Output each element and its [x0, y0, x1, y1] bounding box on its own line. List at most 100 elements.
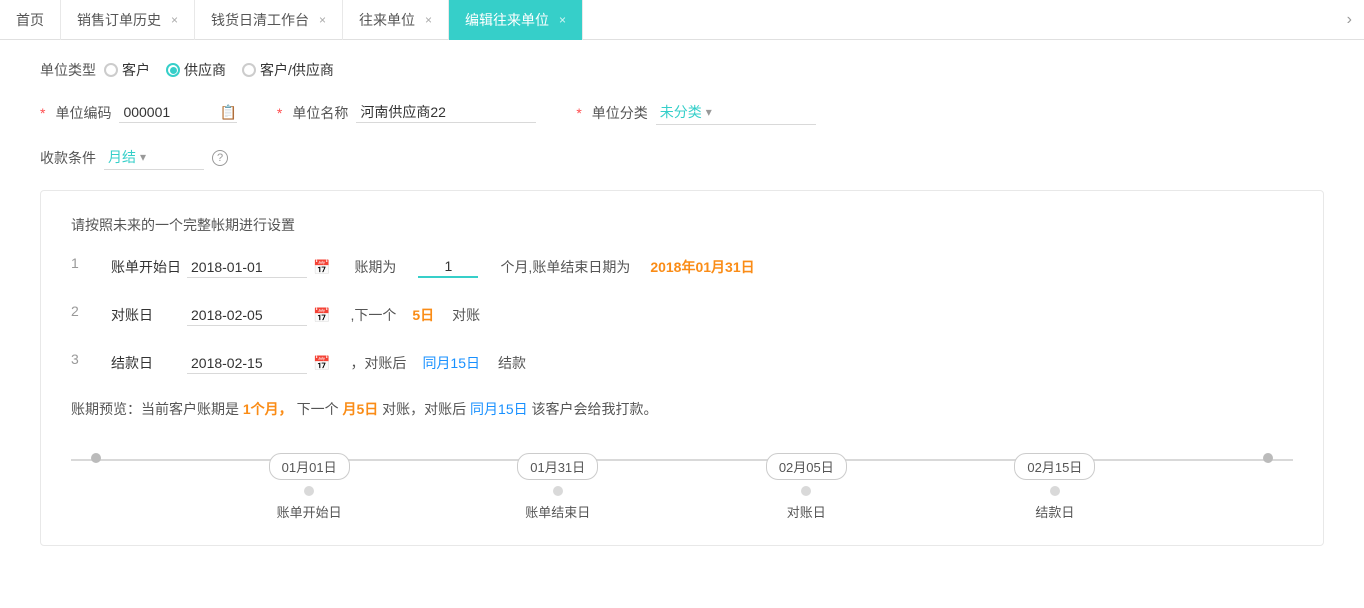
name-input[interactable]: [356, 102, 536, 123]
card-hint: 请按照未来的一个完整帐期进行设置: [71, 215, 1293, 235]
code-input[interactable]: [119, 102, 219, 122]
tl-start-dot: [91, 453, 101, 463]
setting-row-2: 2 对账日 📅 ,下一个 5日 对账: [71, 303, 1293, 327]
highlight-2: 5日: [412, 305, 434, 325]
tl-badge-2: 01月31日: [517, 453, 598, 480]
tab-sales-history-label: 销售订单历史: [77, 10, 161, 30]
desc-suffix-3: 结款: [498, 353, 526, 373]
field-label-1: 账单开始日: [111, 257, 171, 277]
payment-row: 收款条件 月结 ▾ ?: [40, 145, 1324, 170]
timeline-start-endpoint: [91, 453, 101, 463]
radio-both[interactable]: 客户/供应商: [242, 60, 334, 80]
radio-group: 客户 供应商 客户/供应商: [104, 60, 334, 80]
preview-suffix: 该客户会给我打款。: [532, 401, 658, 417]
calendar-icon-code[interactable]: 📋: [219, 104, 236, 121]
calendar-icon-3[interactable]: 📅: [313, 355, 330, 372]
date-input-1[interactable]: [187, 257, 307, 278]
date-wrap-1: 📅: [187, 257, 330, 278]
preview-reconcile: 月5日: [342, 401, 378, 417]
tab-sales-history-close[interactable]: ×: [171, 13, 178, 27]
date-wrap-3: 📅: [187, 353, 330, 374]
timeline-wrapper: 01月01日 账单开始日 01月31日 账单结束日 02月05日 对账日: [71, 439, 1293, 521]
preview-payment: 同月15日: [470, 401, 528, 417]
tab-edit-partner-close[interactable]: ×: [559, 13, 566, 27]
radio-supplier-circle: [166, 63, 180, 77]
tab-sales-history[interactable]: 销售订单历史 ×: [61, 0, 195, 40]
tl-badge-4: 02月15日: [1014, 453, 1095, 480]
desc-suffix-2: 对账: [452, 305, 480, 325]
setting-row-1: 1 账单开始日 📅 账期为 个月,账单结束日期为 2018年01月31日: [71, 255, 1293, 279]
tl-badge-1: 01月01日: [269, 453, 350, 480]
date-input-2[interactable]: [187, 305, 307, 326]
unit-type-label: 单位类型: [40, 60, 96, 80]
preview-reconcile-prefix: 下一个: [297, 401, 339, 417]
timeline-point-2: 01月31日 账单结束日: [517, 453, 598, 521]
tl-dot-3: [801, 486, 811, 496]
preview-period: 1个月，: [243, 401, 293, 417]
tl-dot-4: [1050, 486, 1060, 496]
preview-label: 账期预览：当前客户账期是: [71, 401, 239, 417]
radio-both-label: 客户/供应商: [260, 60, 334, 80]
code-input-wrap: 📋: [119, 102, 236, 123]
category-value: 未分类: [660, 102, 702, 122]
tab-edit-partner-label: 编辑往来单位: [465, 10, 549, 30]
tl-label-4: 结款日: [1035, 502, 1074, 521]
cat-star: *: [576, 105, 581, 121]
settings-card: 请按照未来的一个完整帐期进行设置 1 账单开始日 📅 账期为 个月,账单结束日期…: [40, 190, 1324, 546]
setting-row-3: 3 结款日 📅 ，对账后 同月15日 结款: [71, 351, 1293, 375]
code-label: 单位编码: [55, 103, 111, 123]
tl-badge-3: 02月05日: [766, 453, 847, 480]
tl-label-2: 账单结束日: [525, 502, 590, 521]
radio-customer-circle: [104, 63, 118, 77]
unit-type-row: 单位类型 客户 供应商 客户/供应商: [40, 60, 1324, 80]
tab-partner-units[interactable]: 往来单位 ×: [343, 0, 449, 40]
timeline-point-3: 02月05日 对账日: [766, 453, 847, 521]
tab-cash-workbench[interactable]: 钱货日清工作台 ×: [195, 0, 343, 40]
timeline-end-endpoint: [1263, 453, 1273, 463]
date-input-3[interactable]: [187, 353, 307, 374]
calendar-icon-1[interactable]: 📅: [313, 259, 330, 276]
timeline-point-4: 02月15日 结款日: [1014, 453, 1095, 521]
tabs-arrow-right[interactable]: ›: [1335, 11, 1364, 29]
period-input[interactable]: [418, 256, 478, 278]
code-name-row: * 单位编码 📋 * 单位名称 * 单位分类 未分类 ▾: [40, 100, 1324, 125]
payment-value: 月结: [108, 147, 136, 167]
tl-dot-2: [553, 486, 563, 496]
tab-partner-units-close[interactable]: ×: [425, 13, 432, 27]
field-label-2: 对账日: [111, 305, 171, 325]
radio-supplier[interactable]: 供应商: [166, 60, 226, 80]
tl-end-dot: [1263, 453, 1273, 463]
timeline-points: 01月01日 账单开始日 01月31日 账单结束日 02月05日 对账日: [91, 439, 1273, 521]
tab-edit-partner[interactable]: 编辑往来单位 ×: [449, 0, 583, 40]
highlight-3: 同月15日: [422, 353, 480, 373]
radio-both-circle: [242, 63, 256, 77]
name-label: 单位名称: [292, 103, 348, 123]
preview-reconcile-text: 对账，对账后: [382, 401, 466, 417]
preview-row: 账期预览：当前客户账期是 1个月， 下一个 月5日 对账，对账后 同月15日 该…: [71, 399, 1293, 419]
calendar-icon-2[interactable]: 📅: [313, 307, 330, 324]
payment-select[interactable]: 月结 ▾: [104, 145, 204, 170]
name-star: *: [277, 105, 282, 121]
tab-home-label: 首页: [16, 10, 44, 30]
code-star: *: [40, 105, 45, 121]
tab-partner-units-label: 往来单位: [359, 10, 415, 30]
help-icon[interactable]: ?: [212, 150, 228, 166]
content-area: 单位类型 客户 供应商 客户/供应商 * 单位编码: [0, 40, 1364, 608]
desc-before-1: 账期为: [354, 257, 396, 277]
tl-dot-1: [304, 486, 314, 496]
unit-type-group: 单位类型 客户 供应商 客户/供应商: [40, 60, 334, 80]
desc-after-1: 个月,账单结束日期为: [500, 257, 630, 277]
tab-cash-workbench-label: 钱货日清工作台: [211, 10, 309, 30]
step-3: 3: [71, 351, 95, 375]
timeline-point-1: 01月01日 账单开始日: [269, 453, 350, 521]
step-2: 2: [71, 303, 95, 327]
payment-group: 收款条件 月结 ▾ ?: [40, 145, 228, 170]
date-wrap-2: 📅: [187, 305, 330, 326]
category-select[interactable]: 未分类 ▾: [656, 100, 816, 125]
tab-cash-workbench-close[interactable]: ×: [319, 13, 326, 27]
tl-label-3: 对账日: [787, 502, 826, 521]
category-group: * 单位分类 未分类 ▾: [576, 100, 815, 125]
radio-customer[interactable]: 客户: [104, 60, 150, 80]
category-label: 单位分类: [592, 103, 648, 123]
tab-home[interactable]: 首页: [0, 0, 61, 40]
